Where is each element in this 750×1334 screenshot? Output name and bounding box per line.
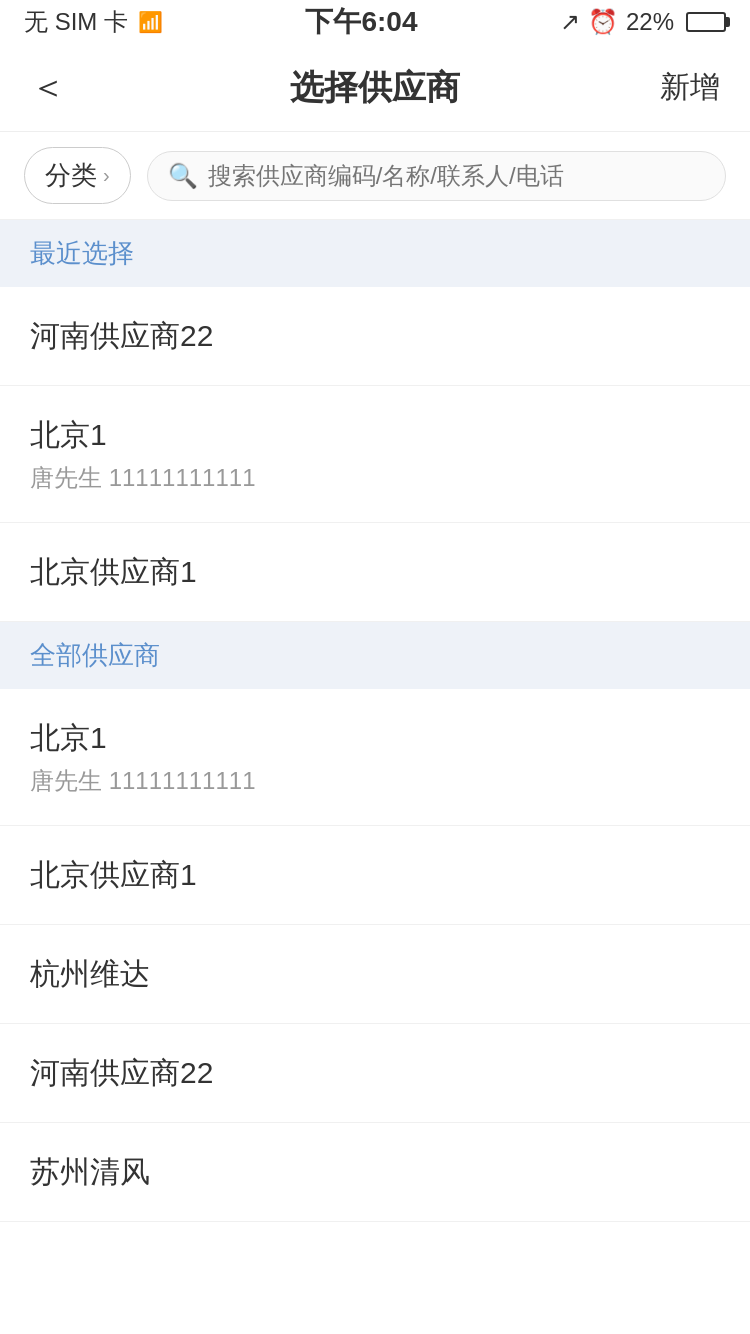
list-item[interactable]: 河南供应商22 bbox=[0, 1024, 750, 1123]
list-item[interactable]: 北京1 唐先生 11111111111 bbox=[0, 386, 750, 523]
filter-bar: 分类 › 🔍 bbox=[0, 132, 750, 220]
item-name: 北京供应商1 bbox=[30, 854, 720, 896]
location-icon: ↗ bbox=[560, 8, 580, 36]
status-right: ↗ ⏰ 22% bbox=[560, 8, 726, 36]
add-button[interactable]: 新增 bbox=[660, 67, 720, 108]
list-item[interactable]: 北京1 唐先生 11111111111 bbox=[0, 689, 750, 826]
search-input[interactable] bbox=[208, 162, 705, 190]
search-box[interactable]: 🔍 bbox=[147, 151, 726, 201]
item-sub: 唐先生 11111111111 bbox=[30, 765, 720, 797]
recent-list: 河南供应商22 北京1 唐先生 11111111111 北京供应商1 bbox=[0, 287, 750, 622]
item-name: 河南供应商22 bbox=[30, 1052, 720, 1094]
wifi-icon: 📶 bbox=[138, 10, 163, 34]
item-name: 北京1 bbox=[30, 717, 720, 759]
category-button[interactable]: 分类 › bbox=[24, 147, 131, 204]
sim-label: 无 SIM 卡 bbox=[24, 6, 128, 38]
alarm-icon: ⏰ bbox=[588, 8, 618, 36]
status-time: 下午6:04 bbox=[305, 3, 417, 41]
item-name: 北京1 bbox=[30, 414, 720, 456]
all-section-title: 全部供应商 bbox=[30, 640, 160, 670]
nav-bar: ＜ 选择供应商 新增 bbox=[0, 44, 750, 132]
item-name: 河南供应商22 bbox=[30, 315, 720, 357]
item-name: 苏州清风 bbox=[30, 1151, 720, 1193]
item-name: 北京供应商1 bbox=[30, 551, 720, 593]
battery-percent: 22% bbox=[626, 8, 674, 36]
status-bar: 无 SIM 卡 📶 下午6:04 ↗ ⏰ 22% bbox=[0, 0, 750, 44]
recent-section-title: 最近选择 bbox=[30, 238, 134, 268]
list-item[interactable]: 杭州维达 bbox=[0, 925, 750, 1024]
all-list: 北京1 唐先生 11111111111 北京供应商1 杭州维达 河南供应商22 … bbox=[0, 689, 750, 1222]
list-item[interactable]: 苏州清风 bbox=[0, 1123, 750, 1222]
chevron-right-icon: › bbox=[103, 164, 110, 187]
back-button[interactable]: ＜ bbox=[30, 63, 90, 112]
item-name: 杭州维达 bbox=[30, 953, 720, 995]
page-title: 选择供应商 bbox=[290, 65, 460, 111]
all-section-header: 全部供应商 bbox=[0, 622, 750, 689]
recent-section-header: 最近选择 bbox=[0, 220, 750, 287]
list-item[interactable]: 北京供应商1 bbox=[0, 523, 750, 622]
item-sub: 唐先生 11111111111 bbox=[30, 462, 720, 494]
search-icon: 🔍 bbox=[168, 162, 198, 190]
battery-icon bbox=[686, 12, 726, 32]
status-left: 无 SIM 卡 📶 bbox=[24, 6, 163, 38]
list-item[interactable]: 河南供应商22 bbox=[0, 287, 750, 386]
category-label: 分类 bbox=[45, 158, 97, 193]
list-item[interactable]: 北京供应商1 bbox=[0, 826, 750, 925]
